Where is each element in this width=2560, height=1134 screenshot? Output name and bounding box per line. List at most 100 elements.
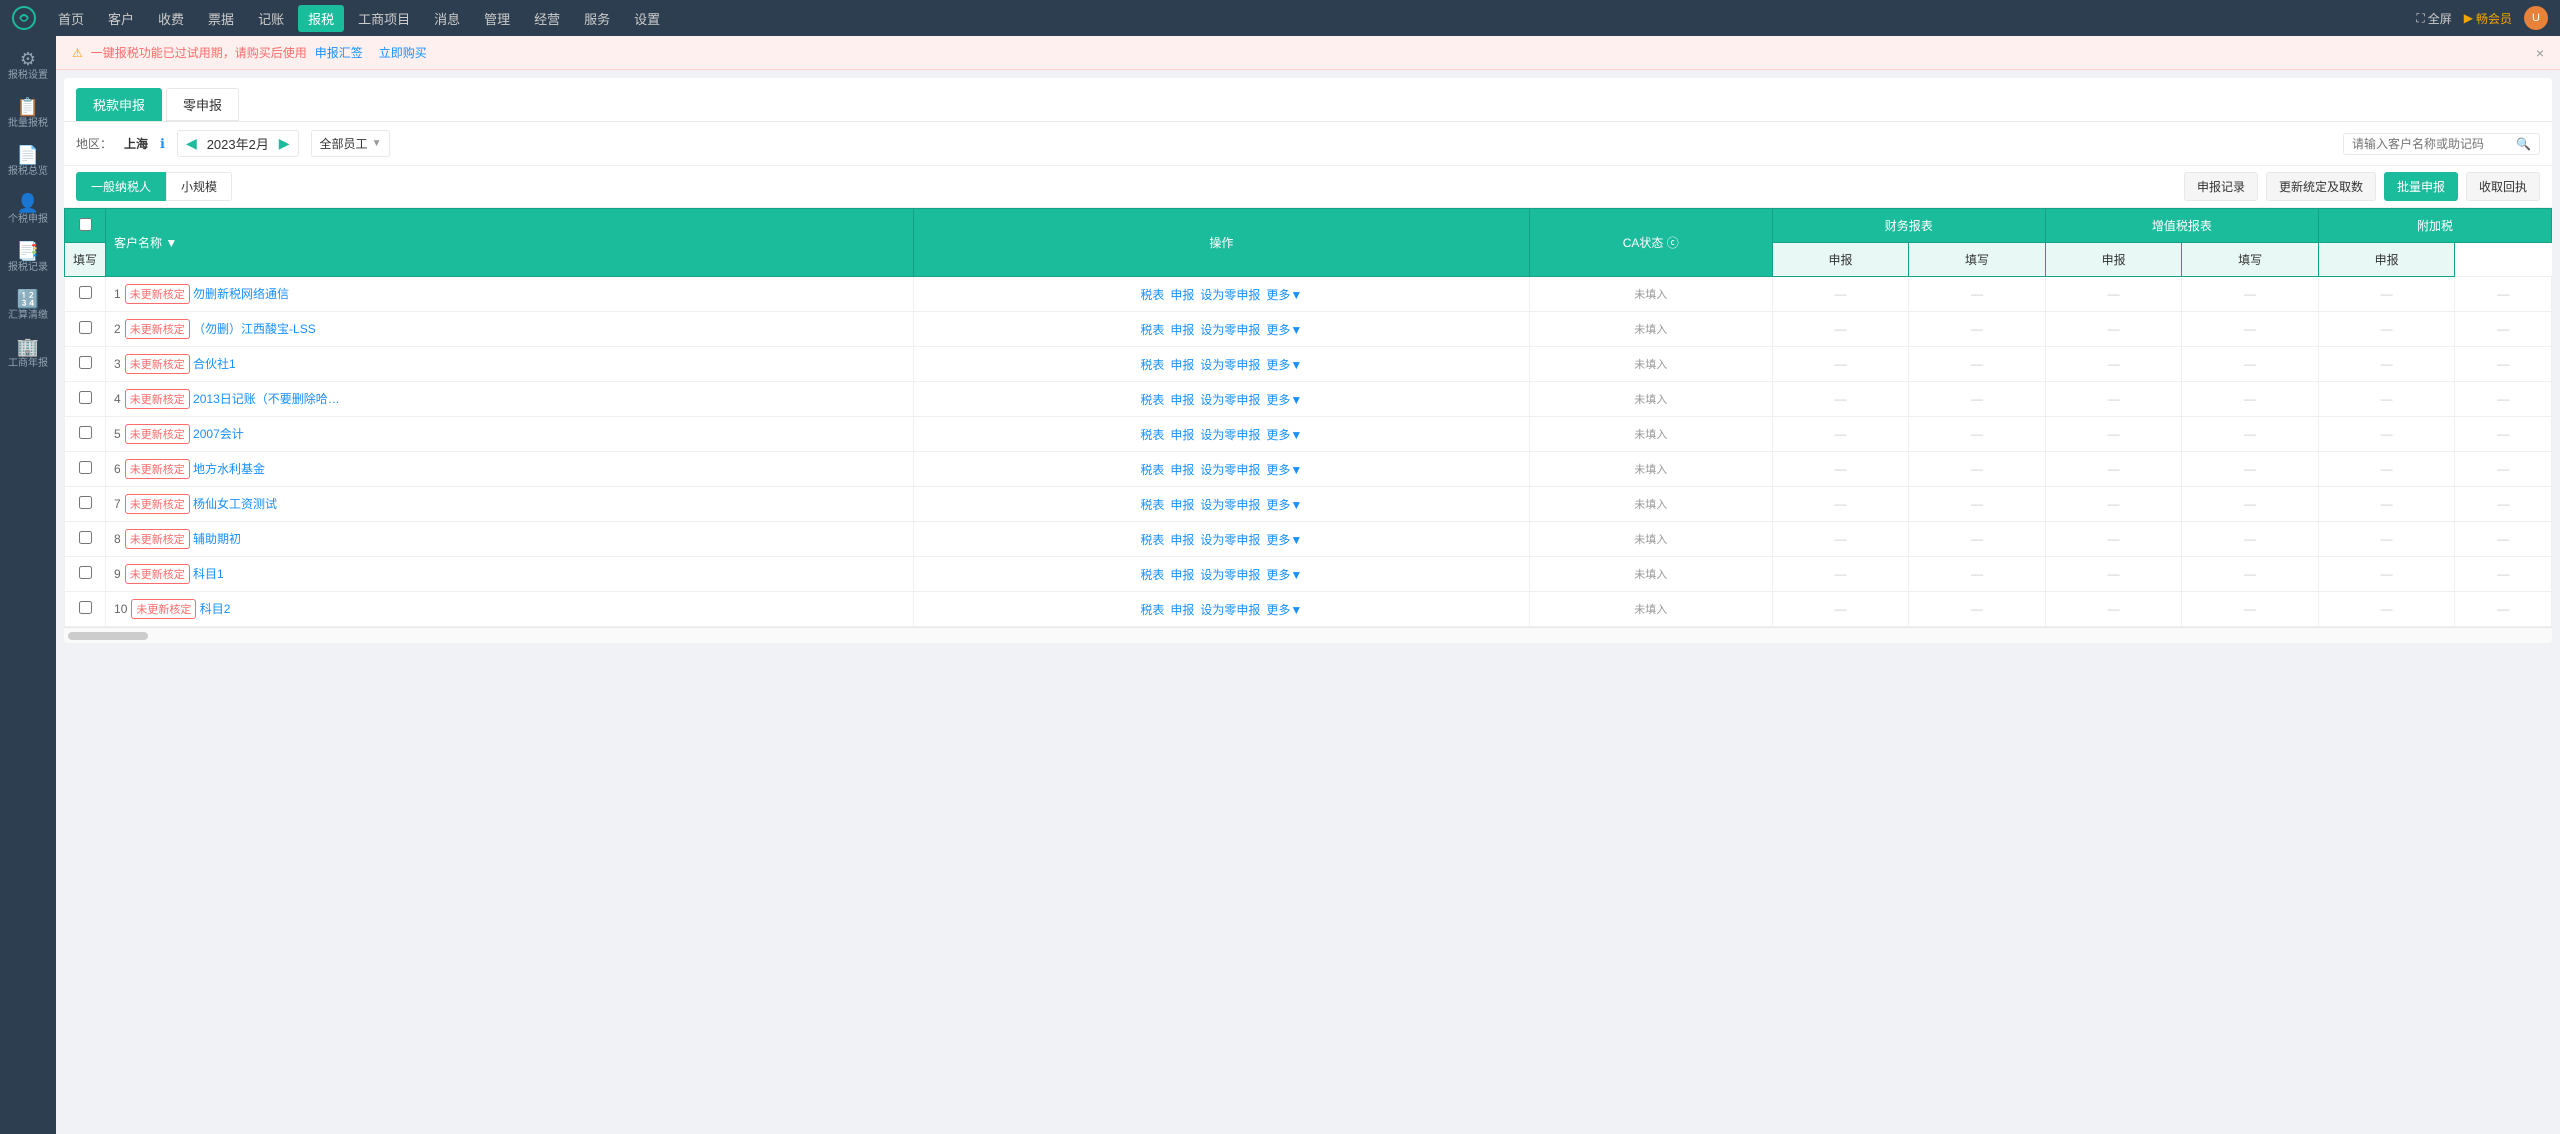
op-more-link[interactable]: 更多▼ [1266, 428, 1302, 442]
op-link[interactable]: 申报 [1170, 358, 1194, 372]
client-name[interactable]: （勿删）江西酸宝-LSS [193, 322, 316, 336]
row-checkbox-9[interactable] [79, 601, 92, 614]
client-name[interactable]: 科目1 [193, 567, 224, 581]
client-name[interactable]: 辅助期初 [193, 532, 241, 546]
nav-manage[interactable]: 管理 [474, 5, 520, 32]
row-checkbox-4[interactable] [79, 426, 92, 439]
op-link[interactable]: 设为零申报 [1200, 463, 1260, 477]
department-select[interactable]: 全部员工 ▼ [311, 130, 391, 157]
select-all-checkbox[interactable] [79, 218, 92, 231]
client-name[interactable]: 科目2 [200, 602, 231, 616]
tab-tax-declaration[interactable]: 税款申报 [76, 88, 162, 121]
declaration-record-button[interactable]: 申报记录 [2184, 172, 2258, 201]
nav-message[interactable]: 消息 [424, 5, 470, 32]
nav-settings[interactable]: 设置 [624, 5, 670, 32]
client-name[interactable]: 勿删新税网络通信 [193, 287, 289, 301]
nav-customer[interactable]: 客户 [98, 5, 144, 32]
op-more-link[interactable]: 更多▼ [1266, 323, 1302, 337]
op-more-link[interactable]: 更多▼ [1266, 533, 1302, 547]
nav-tax[interactable]: 报税 [298, 5, 344, 32]
row-checkbox-3[interactable] [79, 391, 92, 404]
op-link[interactable]: 设为零申报 [1200, 603, 1260, 617]
banner-close-button[interactable]: × [2536, 45, 2544, 61]
op-link[interactable]: 申报 [1170, 428, 1194, 442]
op-link[interactable]: 税表 [1140, 358, 1164, 372]
op-link[interactable]: 税表 [1140, 428, 1164, 442]
sidebar-item-tax-record[interactable]: 📑 报税记录 [3, 236, 53, 280]
client-name[interactable]: 合伙社1 [193, 357, 236, 371]
sidebar-item-annual-calc[interactable]: 🔢 汇算清缴 [3, 284, 53, 328]
ca-info-icon[interactable]: ⓒ [1667, 236, 1679, 250]
tab-general-taxpayer[interactable]: 一般纳税人 [76, 172, 166, 201]
banner-link-buy[interactable]: 立即购买 [379, 44, 427, 61]
op-link[interactable]: 申报 [1170, 533, 1194, 547]
nav-home[interactable]: 首页 [48, 5, 94, 32]
row-checkbox-8[interactable] [79, 566, 92, 579]
nav-charge[interactable]: 收费 [148, 5, 194, 32]
op-link[interactable]: 税表 [1140, 393, 1164, 407]
row-checkbox-1[interactable] [79, 321, 92, 334]
row-checkbox-2[interactable] [79, 356, 92, 369]
op-link[interactable]: 设为零申报 [1200, 428, 1260, 442]
op-link[interactable]: 申报 [1170, 568, 1194, 582]
op-link[interactable]: 税表 [1140, 323, 1164, 337]
info-icon[interactable]: ℹ [160, 136, 165, 152]
op-link[interactable]: 税表 [1140, 463, 1164, 477]
sort-icon[interactable]: ▼ [165, 236, 177, 250]
client-name[interactable]: 2013日记账（不要删除哈… [193, 392, 340, 406]
sidebar-item-annual-report[interactable]: 🏢 工商年报 [3, 332, 53, 376]
client-name[interactable]: 杨仙女工资测试 [193, 497, 277, 511]
op-link[interactable]: 设为零申报 [1200, 568, 1260, 582]
op-link[interactable]: 税表 [1140, 533, 1164, 547]
op-more-link[interactable]: 更多▼ [1266, 568, 1302, 582]
op-link[interactable]: 税表 [1140, 568, 1164, 582]
row-checkbox-6[interactable] [79, 496, 92, 509]
op-link[interactable]: 设为零申报 [1200, 498, 1260, 512]
batch-declare-button[interactable]: 批量申报 [2384, 172, 2458, 201]
op-link[interactable]: 设为零申报 [1200, 533, 1260, 547]
op-link[interactable]: 申报 [1170, 323, 1194, 337]
nav-service[interactable]: 服务 [574, 5, 620, 32]
row-checkbox-7[interactable] [79, 531, 92, 544]
horizontal-scrollbar[interactable] [68, 632, 148, 640]
banner-link-record[interactable]: 申报汇签 [315, 44, 363, 61]
sidebar-item-personal-tax[interactable]: 👤 个税申报 [3, 188, 53, 232]
op-link[interactable]: 设为零申报 [1200, 288, 1260, 302]
fullscreen-btn[interactable]: ⛶ 全屏 [2416, 10, 2451, 27]
search-input[interactable] [2352, 137, 2512, 151]
op-more-link[interactable]: 更多▼ [1266, 603, 1302, 617]
op-more-link[interactable]: 更多▼ [1266, 358, 1302, 372]
tab-small-scale[interactable]: 小规模 [166, 172, 232, 201]
user-avatar[interactable]: U [2524, 6, 2548, 30]
nav-invoice[interactable]: 票据 [198, 5, 244, 32]
op-link[interactable]: 税表 [1140, 603, 1164, 617]
op-link[interactable]: 申报 [1170, 498, 1194, 512]
row-checkbox-0[interactable] [79, 286, 92, 299]
op-more-link[interactable]: 更多▼ [1266, 288, 1302, 302]
op-more-link[interactable]: 更多▼ [1266, 498, 1302, 512]
op-more-link[interactable]: 更多▼ [1266, 393, 1302, 407]
nav-operation[interactable]: 经营 [524, 5, 570, 32]
op-link[interactable]: 税表 [1140, 288, 1164, 302]
sidebar-item-tax-settings[interactable]: ⚙ 报税设置 [3, 44, 53, 88]
sidebar-item-batch-tax[interactable]: 📋 批量报税 [3, 92, 53, 136]
op-link[interactable]: 申报 [1170, 463, 1194, 477]
sidebar-item-tax-overview[interactable]: 📄 报税总览 [3, 140, 53, 184]
tab-zero-declaration[interactable]: 零申报 [166, 88, 239, 121]
op-link[interactable]: 设为零申报 [1200, 393, 1260, 407]
vip-btn[interactable]: ▶ 畅会员 [2464, 10, 2512, 27]
search-icon[interactable]: 🔍 [2516, 137, 2531, 151]
op-link[interactable]: 设为零申报 [1200, 323, 1260, 337]
update-fetch-button[interactable]: 更新统定及取数 [2266, 172, 2376, 201]
row-checkbox-5[interactable] [79, 461, 92, 474]
op-link[interactable]: 申报 [1170, 603, 1194, 617]
op-link[interactable]: 申报 [1170, 393, 1194, 407]
op-more-link[interactable]: 更多▼ [1266, 463, 1302, 477]
nav-accounting[interactable]: 记账 [248, 5, 294, 32]
next-month-button[interactable]: ▶ [279, 135, 290, 152]
op-link[interactable]: 设为零申报 [1200, 358, 1260, 372]
op-link[interactable]: 申报 [1170, 288, 1194, 302]
client-name[interactable]: 地方水利基金 [193, 462, 265, 476]
client-name[interactable]: 2007会计 [193, 427, 244, 441]
nav-business[interactable]: 工商项目 [348, 5, 420, 32]
